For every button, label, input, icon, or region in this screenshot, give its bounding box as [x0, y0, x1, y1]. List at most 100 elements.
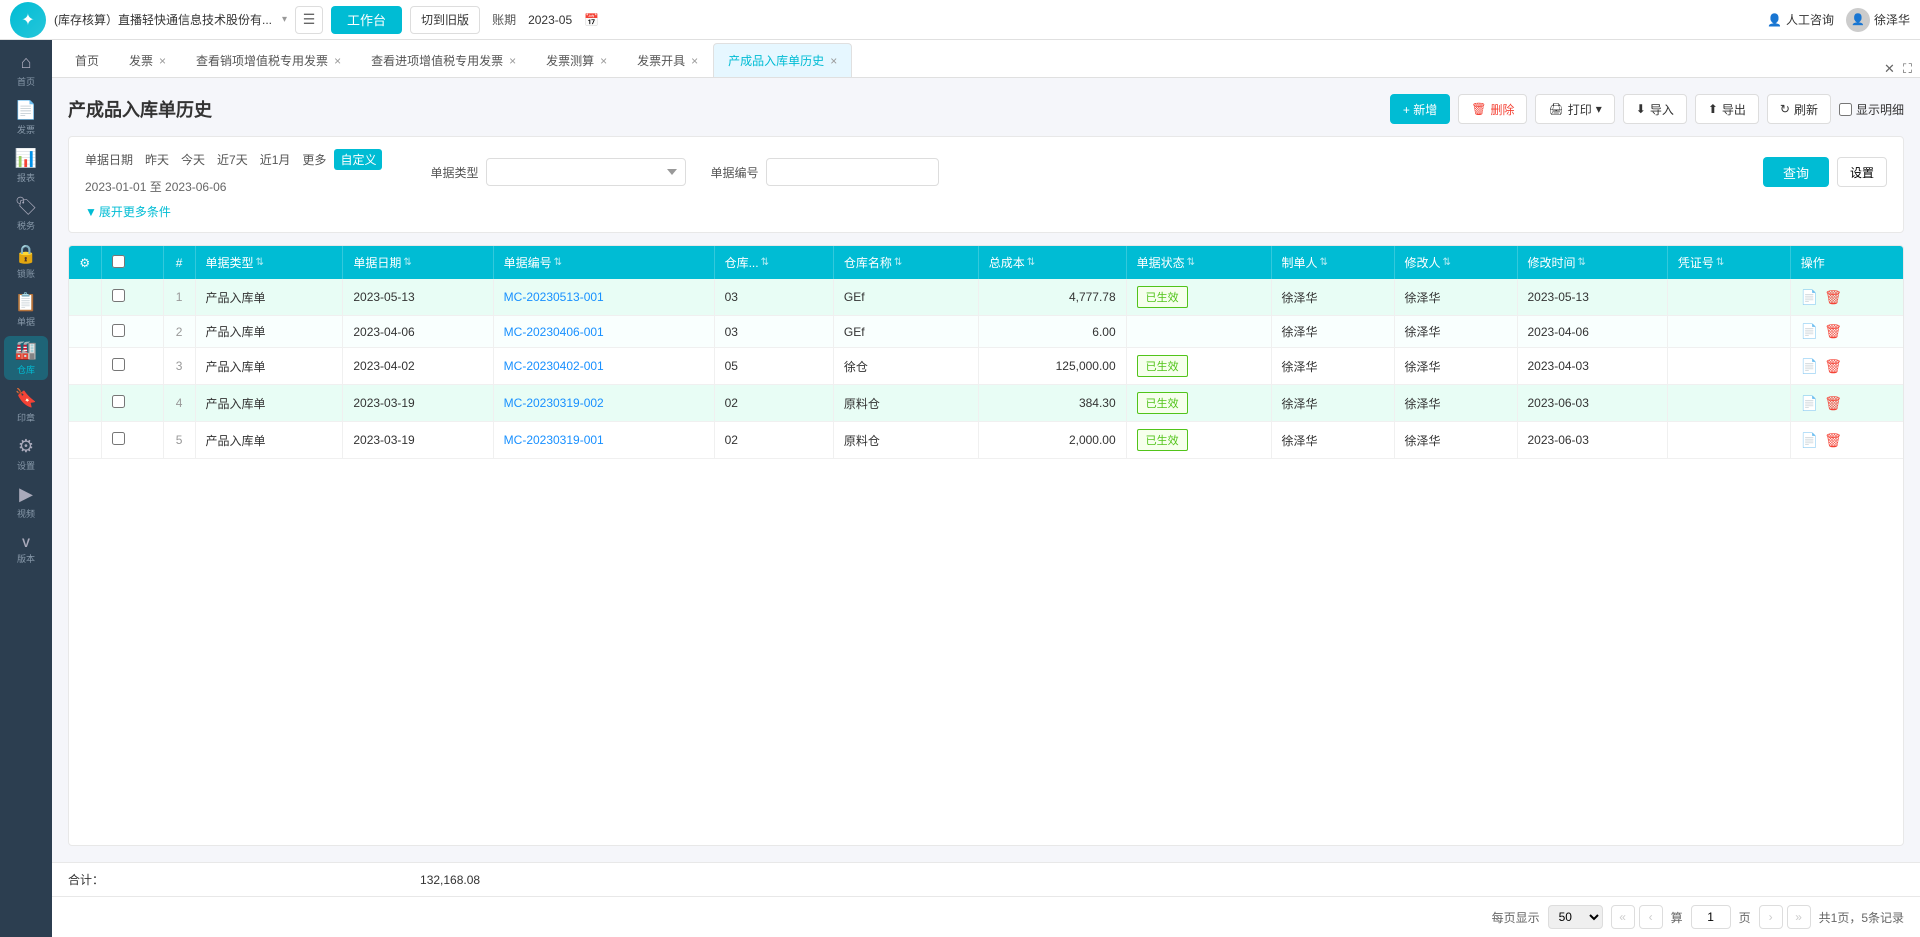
action-delete-icon[interactable]: 🗑: [1824, 432, 1842, 449]
td-doc-num[interactable]: MC-20230406-001: [493, 316, 714, 348]
td-checkbox[interactable]: [101, 422, 163, 459]
th-creator[interactable]: 制单人⇅: [1271, 246, 1394, 279]
tab-input-vat-close[interactable]: ×: [509, 54, 516, 68]
doc-num-link[interactable]: MC-20230406-001: [504, 325, 604, 339]
date-1month-btn[interactable]: 近1月: [256, 149, 295, 170]
doc-num-link[interactable]: MC-20230319-002: [504, 396, 604, 410]
tab-issue[interactable]: 发票开具 ×: [622, 43, 713, 77]
action-delete-icon[interactable]: 🗑: [1824, 323, 1842, 340]
doc-num-input[interactable]: [766, 158, 939, 186]
delete-button[interactable]: 🗑 删除: [1458, 94, 1527, 124]
action-delete-icon[interactable]: 🗑: [1824, 358, 1842, 375]
first-page-btn[interactable]: «: [1611, 905, 1635, 929]
action-view-icon[interactable]: 📄: [1801, 289, 1818, 306]
date-7days-btn[interactable]: 近7天: [213, 149, 252, 170]
tab-calc[interactable]: 发票测算 ×: [531, 43, 622, 77]
sidebar-item-invoice[interactable]: 📄 发票: [4, 96, 48, 140]
td-doc-num[interactable]: MC-20230319-001: [493, 422, 714, 459]
td-checkbox[interactable]: [101, 279, 163, 316]
action-view-icon[interactable]: 📄: [1801, 395, 1818, 412]
sidebar-item-stamp[interactable]: 🔖 印章: [4, 384, 48, 428]
doc-num-link[interactable]: MC-20230319-001: [504, 433, 604, 447]
action-view-icon[interactable]: 📄: [1801, 358, 1818, 375]
td-doc-num[interactable]: MC-20230402-001: [493, 348, 714, 385]
tab-input-vat[interactable]: 查看进项增值税专用发票 ×: [356, 43, 531, 77]
switch-version-button[interactable]: 切到旧版: [410, 6, 480, 34]
workbench-button[interactable]: 工作台: [331, 6, 402, 34]
row-checkbox-2[interactable]: [112, 324, 125, 337]
tab-issue-close[interactable]: ×: [691, 54, 698, 68]
company-dropdown-icon[interactable]: ▾: [282, 14, 287, 25]
sidebar-item-settings[interactable]: ⚙ 设置: [4, 432, 48, 476]
export-button[interactable]: ⬆ 导出: [1695, 94, 1759, 124]
th-warehouse-name[interactable]: 仓库名称⇅: [833, 246, 978, 279]
setting-button[interactable]: 设置: [1837, 157, 1887, 187]
prev-page-btn[interactable]: ‹: [1639, 905, 1663, 929]
th-doc-num[interactable]: 单据编号⇅: [493, 246, 714, 279]
th-doc-type[interactable]: 单据类型⇅: [195, 246, 343, 279]
query-button[interactable]: 查询: [1763, 157, 1829, 187]
tab-sales-vat[interactable]: 查看销项增值税专用发票 ×: [181, 43, 356, 77]
date-more-btn[interactable]: 更多: [298, 149, 330, 170]
expand-filter-button[interactable]: ▼ 展开更多条件: [85, 203, 1887, 220]
new-button[interactable]: + 新增: [1390, 94, 1450, 124]
display-cols-input[interactable]: [1839, 103, 1852, 116]
sidebar-item-home[interactable]: ⌂ 首页: [4, 48, 48, 92]
td-doc-num[interactable]: MC-20230319-002: [493, 385, 714, 422]
period-calendar-icon[interactable]: 📅: [584, 13, 599, 27]
row-checkbox-4[interactable]: [112, 395, 125, 408]
tab-invoice-close[interactable]: ×: [159, 54, 166, 68]
tab-history-close[interactable]: ×: [830, 54, 837, 68]
tab-close-all-icon[interactable]: ✕: [1884, 61, 1895, 77]
page-number-input[interactable]: [1691, 905, 1731, 929]
tab-history[interactable]: 产成品入库单历史 ×: [713, 43, 852, 77]
sidebar-item-warehouse[interactable]: 🏭 仓库: [4, 336, 48, 380]
doc-num-link[interactable]: MC-20230402-001: [504, 359, 604, 373]
th-settings[interactable]: ⚙: [69, 246, 101, 279]
th-total-cost[interactable]: 总成本⇅: [978, 246, 1126, 279]
doc-num-link[interactable]: MC-20230513-001: [504, 290, 604, 304]
display-cols-checkbox[interactable]: 显示明细: [1839, 101, 1904, 118]
row-checkbox-3[interactable]: [112, 358, 125, 371]
doc-icon-btn[interactable]: ☰: [295, 6, 323, 34]
tab-invoice[interactable]: 发票 ×: [114, 43, 181, 77]
td-checkbox[interactable]: [101, 348, 163, 385]
checkbox-all[interactable]: [112, 255, 125, 268]
tab-expand-icon[interactable]: ⛶: [1903, 61, 1912, 77]
th-warehouse-code[interactable]: 仓库...⇅: [714, 246, 833, 279]
td-doc-num[interactable]: MC-20230513-001: [493, 279, 714, 316]
last-page-btn[interactable]: »: [1787, 905, 1811, 929]
action-view-icon[interactable]: 📄: [1801, 432, 1818, 449]
sidebar-item-version[interactable]: V 版本: [4, 528, 48, 572]
date-today-btn[interactable]: 今天: [177, 149, 209, 170]
action-delete-icon[interactable]: 🗑: [1824, 289, 1842, 306]
date-yesterday-btn[interactable]: 昨天: [141, 149, 173, 170]
tab-sales-vat-close[interactable]: ×: [334, 54, 341, 68]
sidebar-item-video[interactable]: ▶ 视频: [4, 480, 48, 524]
row-checkbox-5[interactable]: [112, 432, 125, 445]
next-page-btn[interactable]: ›: [1759, 905, 1783, 929]
th-doc-status[interactable]: 单据状态⇅: [1126, 246, 1271, 279]
import-button[interactable]: ⬇ 导入: [1623, 94, 1687, 124]
td-checkbox[interactable]: [101, 385, 163, 422]
th-modifier[interactable]: 修改人⇅: [1394, 246, 1517, 279]
user-menu[interactable]: 👤 徐泽华: [1846, 8, 1910, 32]
date-custom-btn[interactable]: 自定义: [334, 149, 382, 170]
td-checkbox[interactable]: [101, 316, 163, 348]
tab-home[interactable]: 首页: [60, 43, 114, 77]
row-checkbox-1[interactable]: [112, 289, 125, 302]
refresh-button[interactable]: ↻ 刷新: [1767, 94, 1831, 124]
sidebar-item-lock[interactable]: 🔒 锁账: [4, 240, 48, 284]
support-button[interactable]: 👤 人工咨询: [1767, 11, 1834, 28]
action-delete-icon[interactable]: 🗑: [1824, 395, 1842, 412]
doc-type-select[interactable]: [486, 158, 686, 186]
sidebar-item-chart[interactable]: 📊 报表: [4, 144, 48, 188]
th-voucher-num[interactable]: 凭证号⇅: [1667, 246, 1790, 279]
th-modify-time[interactable]: 修改时间⇅: [1517, 246, 1667, 279]
th-doc-date[interactable]: 单据日期⇅: [343, 246, 493, 279]
th-checkbox[interactable]: [101, 246, 163, 279]
print-button[interactable]: 🖨 打印 ▾: [1535, 94, 1614, 124]
action-view-icon[interactable]: 📄: [1801, 323, 1818, 340]
tab-calc-close[interactable]: ×: [600, 54, 607, 68]
per-page-select[interactable]: 20 50 100: [1548, 905, 1603, 929]
